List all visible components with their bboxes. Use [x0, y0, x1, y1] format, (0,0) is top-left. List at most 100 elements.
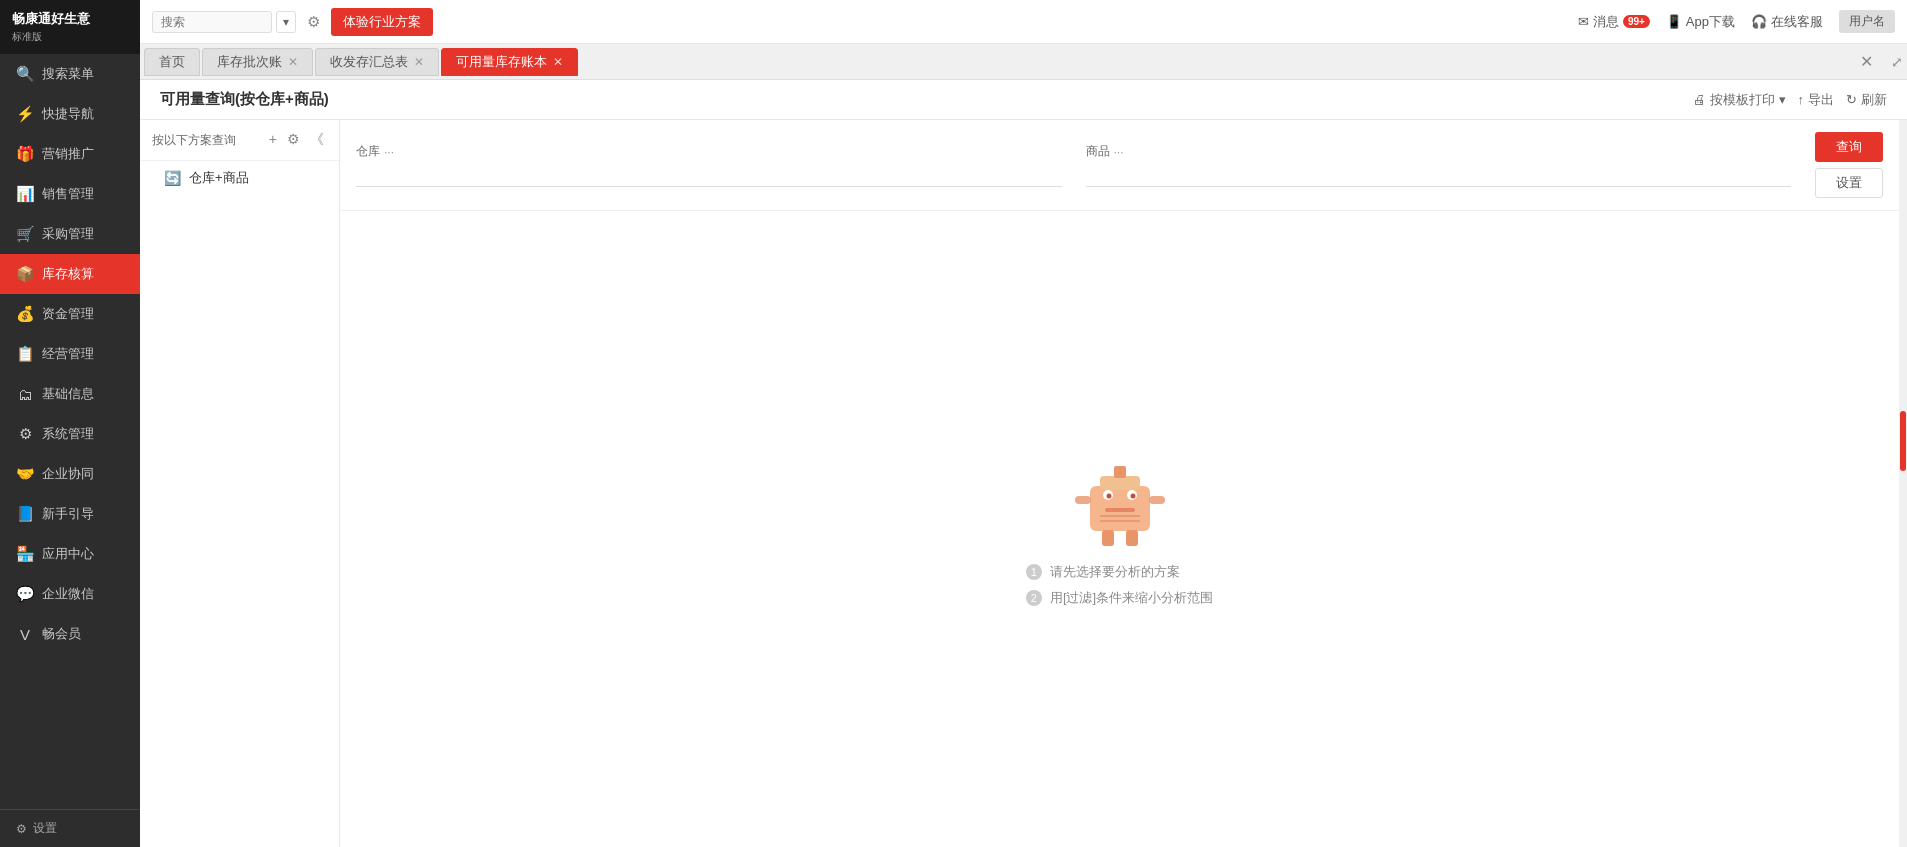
expand-icon[interactable]: ⤢: [1891, 54, 1903, 70]
sidebar: 畅康通好生意 标准版 🔍搜索菜单⚡快捷导航🎁营销推广📊销售管理🛒采购管理📦库存核…: [0, 0, 140, 847]
sidebar-icon-sales: 📊: [16, 185, 34, 203]
app-download-item[interactable]: 📱 App下载: [1666, 13, 1735, 31]
tab-label-summary: 收发存汇总表: [330, 53, 408, 71]
add-scheme-icon[interactable]: +: [266, 130, 280, 150]
warehouse-more-icon[interactable]: ···: [384, 145, 394, 159]
topbar-right: ✉ 消息 99+ 📱 App下载 🎧 在线客服 用户名: [1578, 10, 1895, 33]
export-icon: ↑: [1798, 92, 1805, 107]
goods-input[interactable]: [1086, 163, 1792, 187]
svg-rect-10: [1075, 496, 1091, 504]
refresh-btn[interactable]: ↻ 刷新: [1846, 91, 1887, 109]
svg-point-6: [1130, 494, 1135, 499]
topbar: ▾ ⚙ 体验行业方案 ✉ 消息 99+ 📱 App下载 🎧 在线客服 用户名: [140, 0, 1907, 44]
settings-icon: ⚙: [16, 822, 27, 836]
headset-icon: 🎧: [1751, 14, 1767, 29]
tab-label-batch-account: 库存批次账: [217, 53, 282, 71]
sidebar-item-quick-nav[interactable]: ⚡快捷导航: [0, 94, 140, 134]
sidebar-item-purchase[interactable]: 🛒 采购管理: [0, 214, 140, 254]
sidebar-label-inventory: 库存核算: [42, 265, 94, 283]
empty-state: 1 请先选择要分析的方案 2 用[过滤]条件来缩小分析范围: [340, 211, 1899, 847]
notification-item[interactable]: ✉ 消息 99+: [1578, 13, 1650, 31]
sidebar-label-wechat: 企业微信: [42, 585, 94, 603]
right-scrollbar[interactable]: [1899, 120, 1907, 847]
print-btn[interactable]: 🖨 按模板打印 ▾: [1693, 91, 1786, 109]
sidebar-item-operation[interactable]: 📋经营管理: [0, 334, 140, 374]
page-header: 可用量查询(按仓库+商品) 🖨 按模板打印 ▾ ↑ 导出 ↻ 刷新: [140, 80, 1907, 120]
sidebar-icon-appstore: 🏪: [16, 545, 34, 563]
settings-button[interactable]: 设置: [1815, 168, 1883, 198]
sidebar-item-wechat[interactable]: 💬企业微信: [0, 574, 140, 614]
svg-rect-2: [1114, 466, 1126, 478]
sidebar-item-appstore[interactable]: 🏪应用中心: [0, 534, 140, 574]
tab-label-home: 首页: [159, 53, 185, 71]
warehouse-label-text: 仓库: [356, 143, 380, 160]
sidebar-label-sales: 销售管理: [42, 185, 94, 203]
sidebar-label-operation: 经营管理: [42, 345, 94, 363]
sidebar-item-marketing[interactable]: 🎁 营销推广: [0, 134, 140, 174]
filter-item-warehouse-goods[interactable]: 🔄 仓库+商品: [140, 161, 339, 195]
sidebar-label-enterprise: 企业协同: [42, 465, 94, 483]
sidebar-icon-purchase: 🛒: [16, 225, 34, 243]
sidebar-icon-basic: 🗂: [16, 386, 34, 403]
sidebar-label-newbie: 新手引导: [42, 505, 94, 523]
sidebar-label-member: 畅会员: [42, 625, 81, 643]
sidebar-label-marketing: 营销推广: [42, 145, 94, 163]
export-btn[interactable]: ↑ 导出: [1798, 91, 1835, 109]
tab-summary[interactable]: 收发存汇总表 ✕: [315, 48, 439, 76]
sidebar-icon-marketing: 🎁: [16, 145, 34, 163]
sidebar-item-inventory[interactable]: 📦 库存核算: [0, 254, 140, 294]
sidebar-item-sales[interactable]: 📊 销售管理: [0, 174, 140, 214]
page-header-actions: 🖨 按模板打印 ▾ ↑ 导出 ↻ 刷新: [1693, 91, 1888, 109]
goods-more-icon[interactable]: ···: [1114, 145, 1124, 159]
tab-close-batch-account[interactable]: ✕: [288, 56, 298, 68]
svg-rect-1: [1100, 476, 1140, 490]
gear-button[interactable]: ⚙: [304, 10, 323, 34]
warehouse-input[interactable]: [356, 163, 1062, 187]
sidebar-item-finance[interactable]: 💰 资金管理: [0, 294, 140, 334]
refresh-label: 刷新: [1861, 91, 1887, 109]
svg-rect-8: [1102, 530, 1114, 546]
content-area: 按以下方案查询 + ⚙ 《 🔄 仓库+商品 仓库 ···: [140, 120, 1907, 847]
sidebar-label-system: 系统管理: [42, 425, 94, 443]
sidebar-item-newbie[interactable]: 📘 新手引导: [0, 494, 140, 534]
tab-label-available-qty: 可用量库存账本: [456, 53, 547, 71]
svg-point-5: [1106, 494, 1111, 499]
sidebar-icon-newbie: 📘: [16, 505, 34, 523]
search-input[interactable]: [152, 11, 272, 33]
sidebar-footer[interactable]: ⚙ 设置: [0, 809, 140, 847]
scrollbar-thumb: [1900, 411, 1906, 471]
query-area: 仓库 ··· 商品 ··· 查询 设置: [340, 120, 1899, 847]
tab-close-all-icon[interactable]: ✕: [1852, 52, 1881, 71]
sidebar-item-member[interactable]: V畅会员: [0, 614, 140, 654]
sidebar-item-basic[interactable]: 🗂基础信息: [0, 374, 140, 414]
tab-available-qty[interactable]: 可用量库存账本 ✕: [441, 48, 578, 76]
tabs-bar: 首页 库存批次账 ✕ 收发存汇总表 ✕ 可用量库存账本 ✕ ✕ ⤢: [140, 44, 1907, 80]
online-support-item[interactable]: 🎧 在线客服: [1751, 13, 1823, 31]
empty-tip-1: 1 请先选择要分析的方案: [1026, 563, 1213, 581]
sidebar-item-system[interactable]: ⚙系统管理: [0, 414, 140, 454]
tab-close-summary[interactable]: ✕: [414, 56, 424, 68]
collapse-icon[interactable]: 《: [307, 130, 327, 150]
refresh-icon: ↻: [1846, 92, 1857, 107]
tab-batch-account[interactable]: 库存批次账 ✕: [202, 48, 313, 76]
sidebar-item-search[interactable]: 🔍搜索菜单: [0, 54, 140, 94]
dropdown-button[interactable]: ▾: [276, 11, 296, 33]
sidebar-icon-quick-nav: ⚡: [16, 105, 34, 123]
svg-rect-9: [1126, 530, 1138, 546]
tab-home[interactable]: 首页: [144, 48, 200, 76]
settings-scheme-icon[interactable]: ⚙: [284, 130, 303, 150]
sidebar-icon-search: 🔍: [16, 65, 34, 83]
sidebar-label-finance: 资金管理: [42, 305, 94, 323]
industry-btn[interactable]: 体验行业方案: [331, 8, 433, 36]
sidebar-icon-finance: 💰: [16, 305, 34, 323]
query-button[interactable]: 查询: [1815, 132, 1883, 162]
sidebar-icon-inventory: 📦: [16, 265, 34, 283]
notification-label: 消息: [1593, 13, 1619, 31]
tab-close-available-qty[interactable]: ✕: [553, 56, 563, 68]
online-support-label: 在线客服: [1771, 13, 1823, 31]
brand-name: 畅康通好生意: [12, 10, 128, 28]
user-avatar[interactable]: 用户名: [1839, 10, 1895, 33]
step-1-badge: 1: [1026, 564, 1042, 580]
sidebar-label-purchase: 采购管理: [42, 225, 94, 243]
sidebar-item-enterprise[interactable]: 🤝企业协同: [0, 454, 140, 494]
